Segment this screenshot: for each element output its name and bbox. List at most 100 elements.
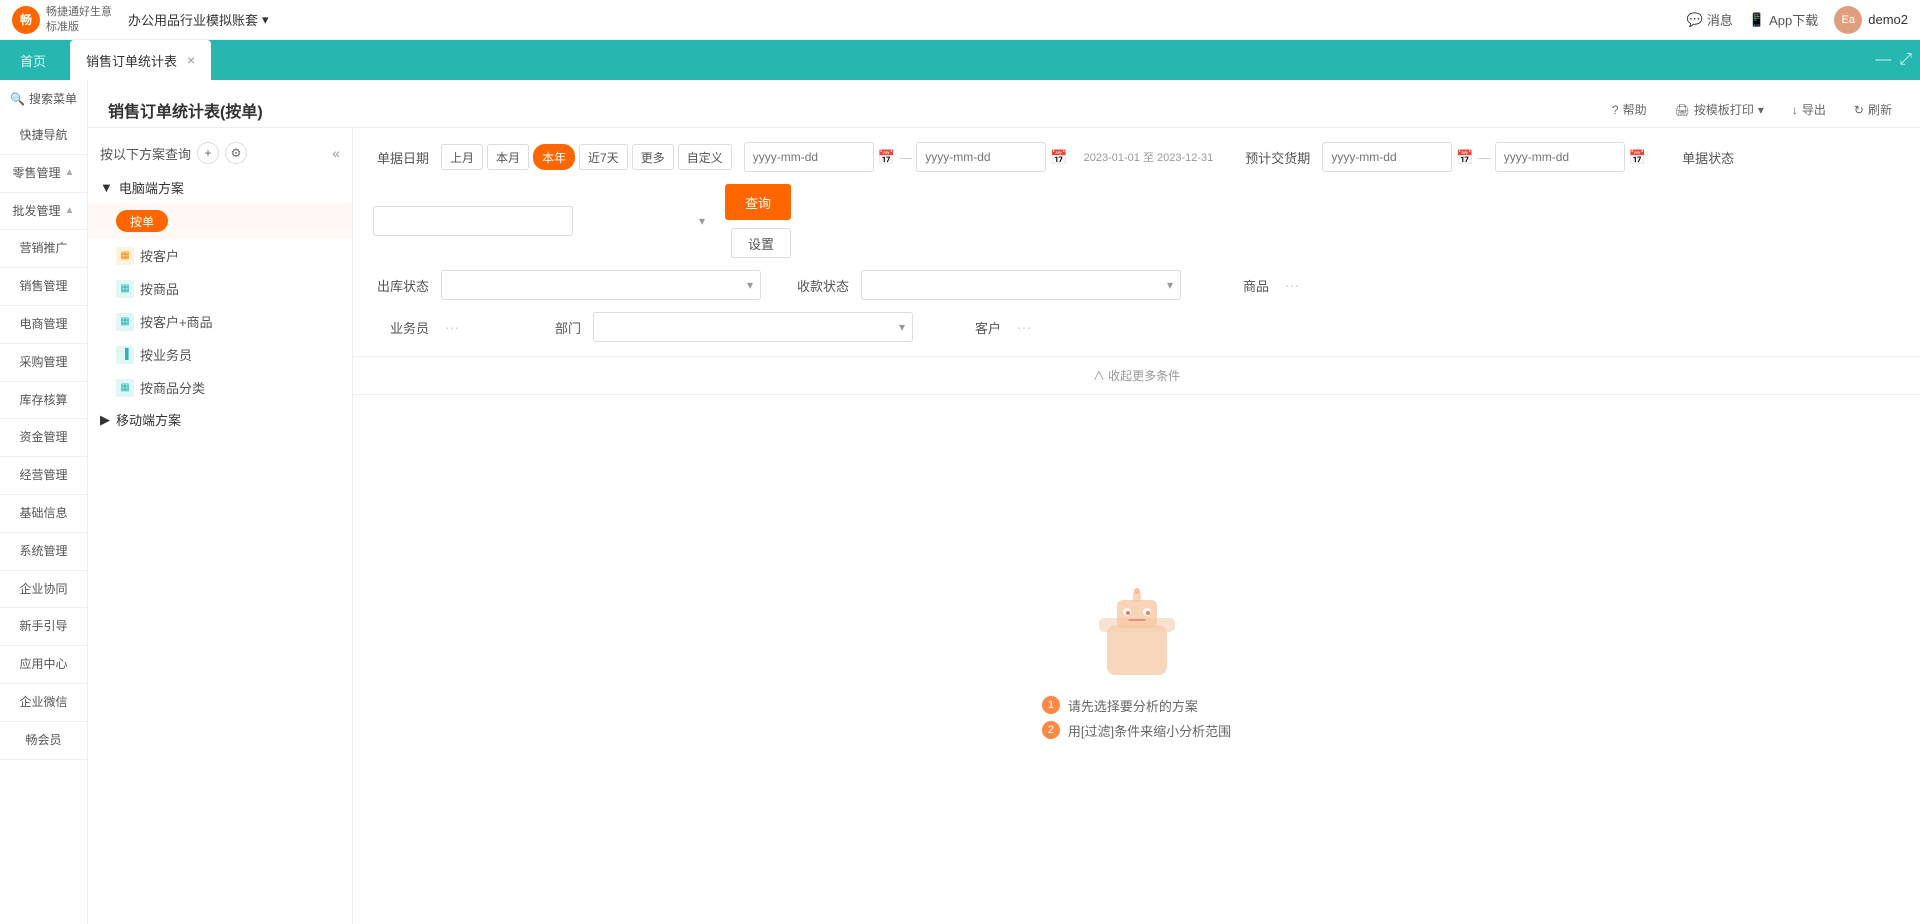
search-icon: 🔍 — [10, 92, 25, 106]
hint-text-2: 用[过滤]条件来缩小分析范围 — [1068, 721, 1231, 740]
btn-custom[interactable]: 自定义 — [678, 144, 732, 170]
by-product-label: 按商品 — [140, 279, 179, 298]
tree-item-by-order[interactable]: 按单 — [88, 203, 352, 239]
message-action[interactable]: 💬 消息 — [1687, 10, 1733, 29]
expected-date-end-input[interactable] — [1495, 142, 1625, 172]
btn-last-month[interactable]: 上月 — [441, 144, 483, 170]
empty-illustration — [1077, 580, 1197, 680]
by-customer-product-label: 按客户+商品 — [140, 312, 213, 331]
tree-item-by-category[interactable]: ▦ 按商品分类 — [88, 371, 352, 404]
sidebar-item-basics[interactable]: 基础信息 — [0, 495, 87, 533]
by-category-label: 按商品分类 — [140, 378, 205, 397]
by-customer-label: 按客户 — [140, 246, 179, 265]
filter-row-1: 单据日期 上月 本月 本年 近7天 更多 自定义 📅 — — [373, 142, 1900, 258]
refresh-label: 刷新 — [1868, 101, 1892, 118]
sidebar-search-label: 搜索菜单 — [29, 90, 77, 107]
settings-btn[interactable]: 设置 — [731, 228, 791, 258]
export-btn[interactable]: ↓ 导出 — [1784, 97, 1834, 122]
print-arrow-icon: ▾ — [1758, 103, 1764, 117]
expected-calendar-start-icon[interactable]: 📅 — [1456, 149, 1473, 166]
expected-date-start-input[interactable] — [1322, 142, 1452, 172]
pay-status-select[interactable] — [861, 270, 1181, 300]
add-scheme-btn[interactable]: + — [197, 142, 219, 164]
scheme-settings-btn[interactable]: ⚙ — [225, 142, 247, 164]
product-dots-btn[interactable]: ··· — [1281, 277, 1303, 293]
tab-close-icon[interactable]: × — [187, 52, 195, 68]
sidebar-item-enterprise[interactable]: 企业协同 — [0, 571, 87, 609]
query-area: 查询 设置 — [725, 184, 791, 258]
sidebar-item-apps[interactable]: 应用中心 — [0, 646, 87, 684]
sidebar-item-sales[interactable]: 销售管理 — [0, 268, 87, 306]
tree-item-by-salesperson[interactable]: ▐ 按业务员 — [88, 338, 352, 371]
ship-status-select[interactable] — [441, 270, 761, 300]
help-label: 帮助 — [1623, 101, 1647, 118]
top-bar: 畅 畅捷通好生意 标准版 办公用品行业模拟账套 ▾ 💬 消息 📱 App下载 E… — [0, 0, 1920, 40]
sidebar-item-wholesale[interactable]: 批发管理 ▲ — [0, 193, 87, 231]
sidebar-item-quick-nav[interactable]: 快捷导航 — [0, 117, 87, 155]
right-panel: 单据日期 上月 本月 本年 近7天 更多 自定义 📅 — — [353, 128, 1920, 924]
tab-sales-stats[interactable]: 销售订单统计表 × — [70, 40, 211, 80]
salesperson-dots-btn[interactable]: ··· — [441, 319, 463, 335]
logo-icon: 畅 — [12, 6, 40, 34]
query-btn[interactable]: 查询 — [725, 184, 791, 220]
empty-hint-item-1: 1 请先选择要分析的方案 — [1042, 696, 1231, 715]
app-download-action[interactable]: 📱 App下载 — [1749, 10, 1818, 29]
collapse-conditions-btn[interactable]: ∧ 收起更多条件 — [353, 357, 1920, 395]
sidebar-item-marketing[interactable]: 营销推广 — [0, 230, 87, 268]
tree-mobile-expand-icon: ▶ — [100, 412, 110, 428]
sidebar-item-newbie[interactable]: 新手引导 — [0, 608, 87, 646]
expected-date-label: 预计交货期 — [1245, 148, 1310, 167]
by-product-icon: ▦ — [116, 280, 134, 298]
sidebar-item-vip[interactable]: 畅会员 — [0, 722, 87, 760]
btn-this-month[interactable]: 本月 — [487, 144, 529, 170]
tab-minimize-icon[interactable]: — — [1875, 51, 1891, 69]
refresh-btn[interactable]: ↻ 刷新 — [1846, 97, 1900, 122]
btn-more[interactable]: 更多 — [632, 144, 674, 170]
tab-sales-stats-label: 销售订单统计表 — [86, 51, 177, 70]
date-range-display: 📅 — 📅 — [744, 142, 1068, 172]
sidebar-search[interactable]: 🔍 搜索菜单 — [0, 80, 87, 117]
tree-group-mobile-label: 移动端方案 — [116, 410, 181, 429]
tab-bar: 首页 销售订单统计表 × — ⤢ — [0, 40, 1920, 80]
template-print-btn[interactable]: 🖨 按模板打印 ▾ — [1667, 97, 1772, 122]
user-info[interactable]: Ea demo2 — [1834, 6, 1908, 34]
help-btn[interactable]: ? 帮助 — [1604, 97, 1655, 122]
btn-last-7[interactable]: 近7天 — [579, 144, 628, 170]
empty-hint: 1 请先选择要分析的方案 2 用[过滤]条件来缩小分析范围 — [1042, 696, 1231, 740]
help-icon: ? — [1612, 103, 1619, 117]
sidebar-item-purchase[interactable]: 采购管理 — [0, 344, 87, 382]
workspace-arrow-icon: ▾ — [262, 12, 269, 28]
tree-item-by-product[interactable]: ▦ 按商品 — [88, 272, 352, 305]
customer-dots-btn[interactable]: ··· — [1013, 319, 1035, 335]
top-bar-left: 畅 畅捷通好生意 标准版 办公用品行业模拟账套 ▾ — [12, 5, 277, 34]
sidebar-item-operations[interactable]: 经营管理 — [0, 457, 87, 495]
tab-home[interactable]: 首页 — [0, 40, 66, 80]
date-end-input[interactable] — [916, 142, 1046, 172]
workspace-selector[interactable]: 办公用品行业模拟账套 ▾ — [120, 6, 277, 33]
tree-group-mobile-header[interactable]: ▶ 移动端方案 — [88, 404, 352, 435]
doc-status-select[interactable] — [373, 206, 573, 236]
calendar-start-icon[interactable]: 📅 — [878, 149, 895, 166]
sidebar-item-wechat[interactable]: 企业微信 — [0, 684, 87, 722]
sidebar-item-system[interactable]: 系统管理 — [0, 533, 87, 571]
expected-calendar-end-icon[interactable]: 📅 — [1629, 149, 1646, 166]
dept-select[interactable] — [593, 312, 913, 342]
sidebar-item-ecommerce[interactable]: 电商管理 — [0, 306, 87, 344]
calendar-end-icon[interactable]: 📅 — [1050, 149, 1067, 166]
tree-item-by-customer[interactable]: ▦ 按客户 — [88, 239, 352, 272]
date-start-input[interactable] — [744, 142, 874, 172]
tree-group-expand-icon: ▼ — [100, 180, 113, 195]
tree-group-pc-header[interactable]: ▼ 电脑端方案 — [88, 172, 352, 203]
sidebar-item-inventory[interactable]: 库存核算 — [0, 382, 87, 420]
tree-item-by-customer-product[interactable]: ▦ 按客户+商品 — [88, 305, 352, 338]
inner-layout: 按以下方案查询 + ⚙ « ▼ 电脑端方案 按单 — [88, 128, 1920, 924]
tab-maximize-icon[interactable]: ⤢ — [1899, 51, 1912, 69]
btn-this-year[interactable]: 本年 — [533, 144, 575, 170]
tab-bar-right: — ⤢ — [1875, 51, 1920, 69]
sidebar-item-retail[interactable]: 零售管理 ▲ — [0, 155, 87, 193]
sidebar-retail-label: 零售管理 — [13, 165, 61, 182]
left-panel-header: 按以下方案查询 + ⚙ « — [88, 138, 352, 172]
collapse-panel-btn[interactable]: « — [332, 145, 340, 161]
sidebar-item-finance[interactable]: 资金管理 — [0, 419, 87, 457]
retail-arrow-icon: ▲ — [65, 166, 75, 180]
